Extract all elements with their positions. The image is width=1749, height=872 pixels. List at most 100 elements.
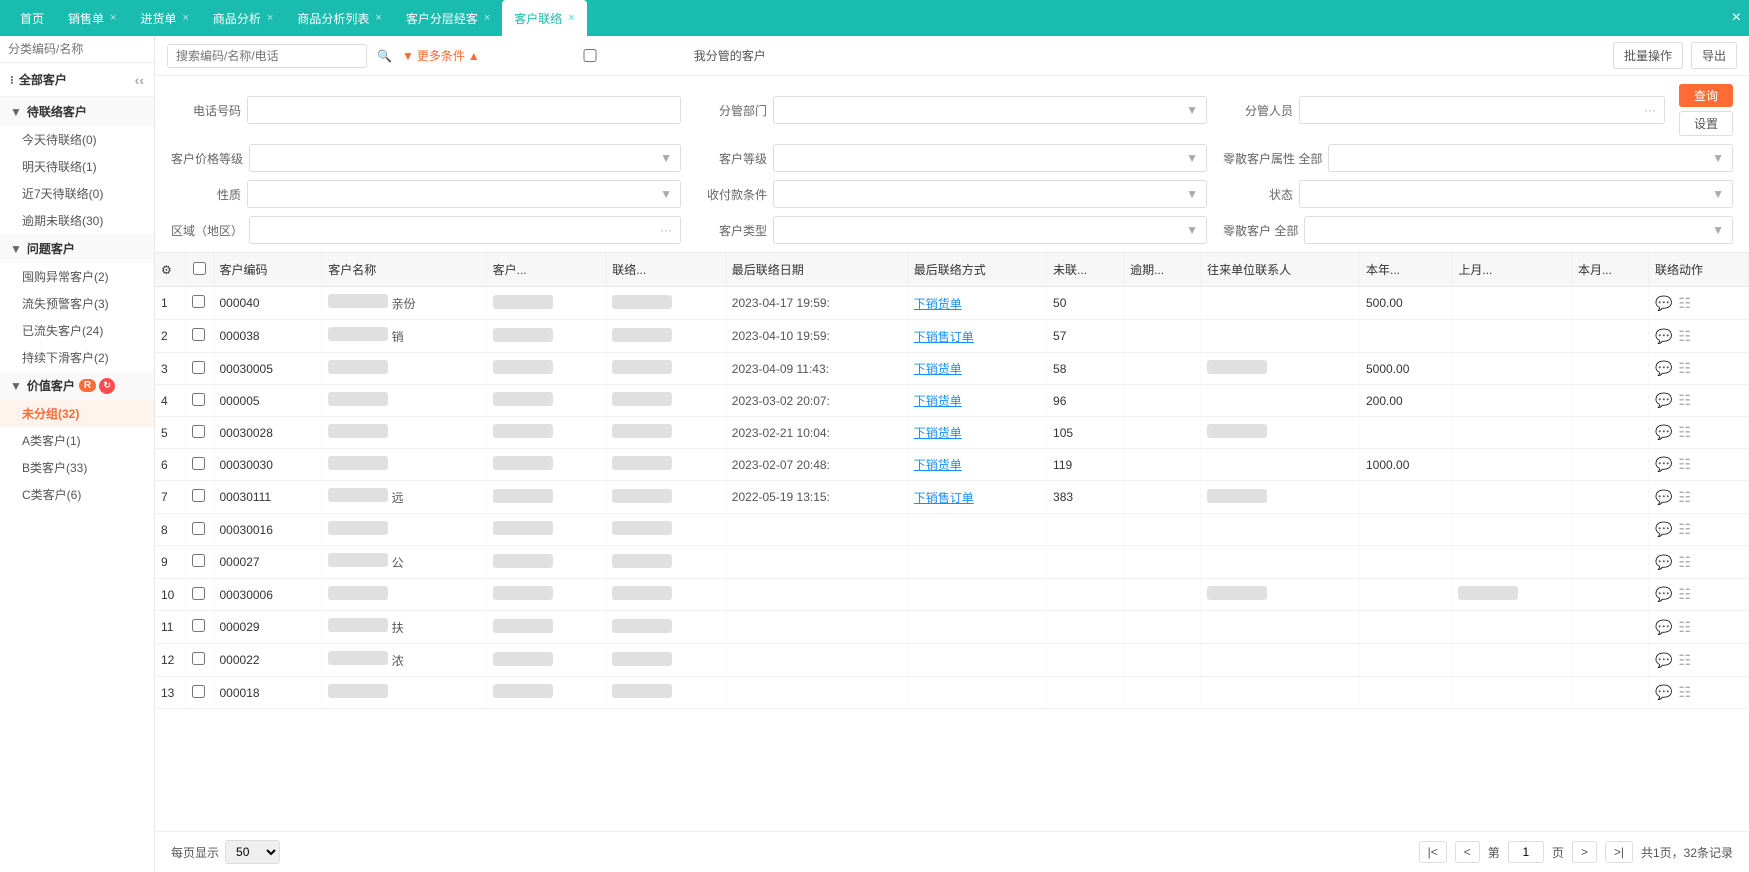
close-icon[interactable]: ×: [267, 12, 273, 24]
nature-select[interactable]: ▼: [247, 180, 681, 208]
retail-attr-select[interactable]: ▼: [1328, 144, 1733, 172]
more-icon[interactable]: ☷: [1678, 554, 1691, 571]
last-method-link[interactable]: 下销货单: [914, 426, 962, 440]
contact-icon[interactable]: 💬: [1655, 328, 1672, 345]
more-icon[interactable]: ☷: [1678, 619, 1691, 636]
row-checkbox[interactable]: [192, 361, 205, 374]
contact-icon[interactable]: 💬: [1655, 456, 1672, 473]
contact-icon[interactable]: 💬: [1655, 489, 1672, 506]
batch-op-button[interactable]: 批量操作: [1613, 42, 1683, 69]
sidebar-item-7days[interactable]: 近7天待联络(0): [0, 180, 154, 207]
last-page-button[interactable]: >|: [1605, 841, 1633, 863]
price-level-select[interactable]: ▼: [249, 144, 681, 172]
sidebar-item-class-a[interactable]: A类客户(1): [0, 427, 154, 454]
last-method-link[interactable]: 下销售订单: [914, 330, 974, 344]
close-all-button[interactable]: ×: [1732, 9, 1741, 27]
page-number-input[interactable]: [1508, 841, 1544, 863]
contact-icon[interactable]: 💬: [1655, 521, 1672, 538]
first-page-button[interactable]: |<: [1419, 841, 1447, 863]
close-icon[interactable]: ×: [110, 12, 116, 24]
region-select[interactable]: ···: [249, 216, 681, 244]
status-select[interactable]: ▼: [1299, 180, 1733, 208]
sidebar-item-ungroup[interactable]: 未分组(32): [0, 400, 154, 427]
close-icon[interactable]: ×: [375, 12, 381, 24]
row-checkbox[interactable]: [192, 425, 205, 438]
search-input[interactable]: [167, 44, 367, 68]
sidebar-item-churned[interactable]: 已流失客户(24): [0, 317, 154, 344]
row-checkbox[interactable]: [192, 393, 205, 406]
reset-button[interactable]: 设置: [1679, 111, 1733, 136]
tab-sales[interactable]: 销售单 ×: [56, 0, 128, 36]
sidebar-group-pending-title[interactable]: ▼ 待联络客户: [0, 97, 154, 126]
more-icon[interactable]: ☷: [1678, 521, 1691, 538]
more-icon[interactable]: ☷: [1678, 424, 1691, 441]
tab-purchase[interactable]: 进货单 ×: [128, 0, 200, 36]
last-method-link[interactable]: 下销货单: [914, 297, 962, 311]
more-icon[interactable]: ☷: [1678, 684, 1691, 701]
manager-select[interactable]: ···: [1299, 96, 1665, 124]
contact-icon[interactable]: 💬: [1655, 424, 1672, 441]
row-checkbox[interactable]: [192, 522, 205, 535]
collapse-icon[interactable]: ‹‹: [135, 72, 144, 88]
row-checkbox[interactable]: [192, 457, 205, 470]
more-conditions-button[interactable]: ▼ 更多条件 ▲: [402, 47, 480, 64]
more-icon[interactable]: ☷: [1678, 489, 1691, 506]
last-method-link[interactable]: 下销售订单: [914, 491, 974, 505]
row-checkbox[interactable]: [192, 328, 205, 341]
query-button[interactable]: 查询: [1679, 84, 1733, 107]
my-customers-checkbox[interactable]: 我分管的客户: [490, 47, 766, 64]
search-button[interactable]: 🔍: [377, 49, 392, 63]
more-icon[interactable]: ☷: [1678, 456, 1691, 473]
tab-product-analysis-list[interactable]: 商品分析列表 ×: [285, 0, 393, 36]
tab-customer-segment[interactable]: 客户分层经客 ×: [394, 0, 502, 36]
close-icon[interactable]: ×: [568, 12, 574, 24]
sidebar-all-customers[interactable]: ⁝ 全部客户 ‹‹: [0, 63, 154, 97]
tab-home[interactable]: 首页: [8, 0, 56, 36]
contact-icon[interactable]: 💬: [1655, 392, 1672, 409]
row-checkbox[interactable]: [192, 685, 205, 698]
phone-input[interactable]: [247, 96, 681, 124]
more-icon[interactable]: ☷: [1678, 328, 1691, 345]
per-page-select[interactable]: 50 100 200: [225, 840, 280, 864]
sidebar-item-hoarding[interactable]: 囤购异常客户(2): [0, 263, 154, 290]
more-icon[interactable]: ☷: [1678, 360, 1691, 377]
row-checkbox[interactable]: [192, 295, 205, 308]
row-checkbox[interactable]: [192, 619, 205, 632]
contact-icon[interactable]: 💬: [1655, 360, 1672, 377]
sidebar-item-tomorrow[interactable]: 明天待联络(1): [0, 153, 154, 180]
customer-type-select[interactable]: ▼: [773, 216, 1207, 244]
close-icon[interactable]: ×: [484, 12, 490, 24]
contact-icon[interactable]: 💬: [1655, 586, 1672, 603]
row-checkbox[interactable]: [192, 652, 205, 665]
sidebar-item-declining[interactable]: 持续下滑客户(2): [0, 344, 154, 371]
select-all-checkbox[interactable]: [193, 262, 206, 275]
row-checkbox[interactable]: [192, 554, 205, 567]
settings-col-header[interactable]: ⚙: [155, 253, 185, 287]
sidebar-item-overdue[interactable]: 逾期未联络(30): [0, 207, 154, 234]
tab-customer-contact[interactable]: 客户联络 ×: [502, 0, 586, 36]
customer-level-select[interactable]: ▼: [773, 144, 1207, 172]
payment-select[interactable]: ▼: [773, 180, 1207, 208]
sidebar-item-class-c[interactable]: C类客户(6): [0, 481, 154, 508]
more-icon[interactable]: ☷: [1678, 586, 1691, 603]
contact-icon[interactable]: 💬: [1655, 554, 1672, 571]
more-icon[interactable]: ☷: [1678, 295, 1691, 312]
row-checkbox[interactable]: [192, 489, 205, 502]
contact-icon[interactable]: 💬: [1655, 652, 1672, 669]
last-method-link[interactable]: 下销货单: [914, 458, 962, 472]
close-icon[interactable]: ×: [182, 12, 188, 24]
contact-icon[interactable]: 💬: [1655, 295, 1672, 312]
sidebar-item-churn-warning[interactable]: 流失预警客户(3): [0, 290, 154, 317]
sidebar-group-value-title[interactable]: ▼ 价值客户 R ↻: [0, 371, 154, 400]
row-checkbox[interactable]: [192, 587, 205, 600]
contact-icon[interactable]: 💬: [1655, 619, 1672, 636]
last-method-link[interactable]: 下销货单: [914, 394, 962, 408]
my-customers-check[interactable]: [490, 49, 690, 62]
sidebar-item-today[interactable]: 今天待联络(0): [0, 126, 154, 153]
more-icon[interactable]: ☷: [1678, 652, 1691, 669]
prev-page-button[interactable]: <: [1455, 841, 1480, 863]
export-button[interactable]: 导出: [1691, 42, 1737, 69]
sidebar-group-problems-title[interactable]: ▼ 问题客户: [0, 234, 154, 263]
tab-product-analysis[interactable]: 商品分析 ×: [201, 0, 285, 36]
sidebar-item-class-b[interactable]: B类客户(33): [0, 454, 154, 481]
